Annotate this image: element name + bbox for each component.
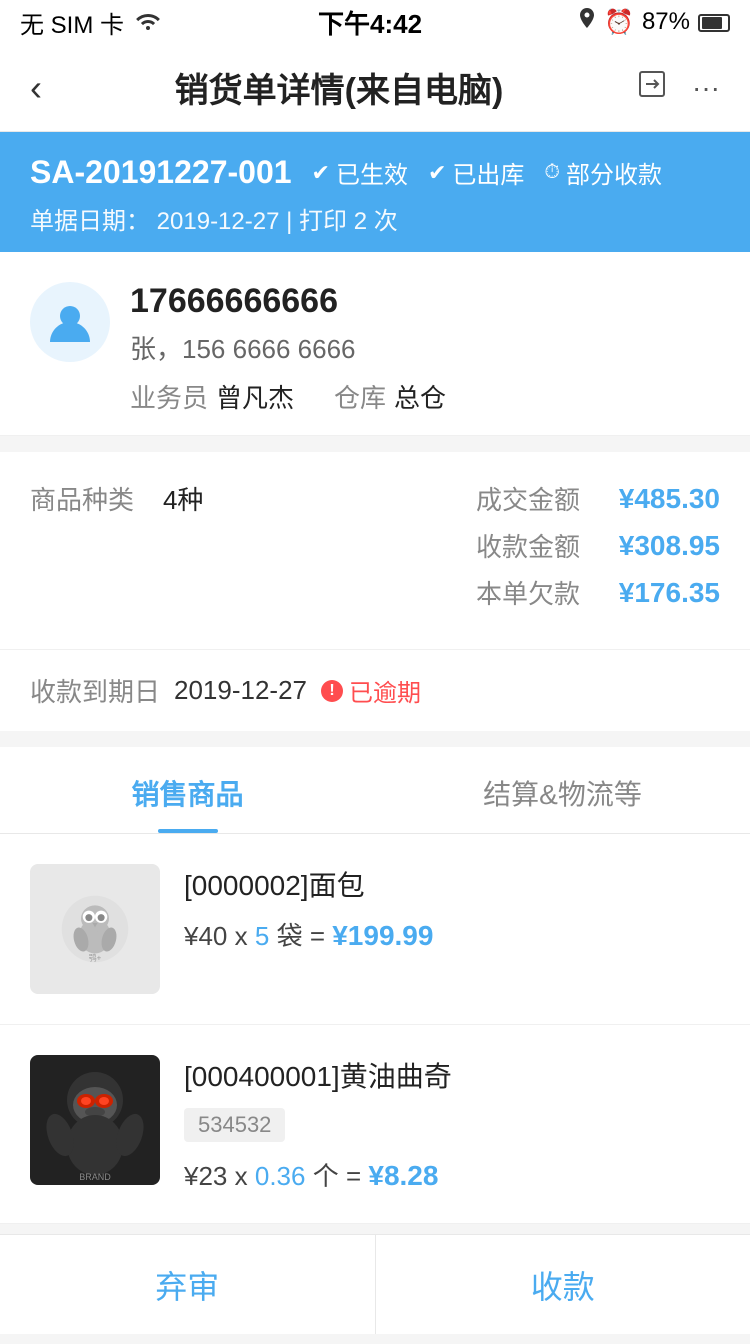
customer-name: 17666666666 [130,282,720,321]
amount-label: 成交金额 [476,480,580,517]
customer-section: 17666666666 张，156 6666 6666 业务员 曾凡杰 仓库 总… [0,252,750,436]
salesperson-value: 曾凡杰 [216,378,294,415]
status-left: 无 SIM 卡 [20,5,162,40]
order-id: SA-20191227-001 [30,154,292,191]
product-qty-2: 0.36 [255,1161,306,1191]
product-item-2: BRAND [000400001]黄油曲奇 534532 ¥23 x 0.36 … [0,1025,750,1224]
summary-section: 商品种类 4种 成交金额 ¥485.30 收款金额 ¥308.95 本单欠款 ¥… [0,452,750,649]
product-price-1: ¥40 x 5 袋 = ¥199.99 [184,916,720,953]
warehouse-item: 仓库 总仓 [334,378,446,415]
check-icon-1: ✔ [312,160,330,186]
product-thumb-2: BRAND [30,1055,160,1185]
overdue-text: 已逾期 [349,673,421,708]
types-row: 商品种类 4种 [30,480,203,517]
badge-shipped: ✔ 已出库 [428,155,524,190]
product-list: 鸮+ [0000002]面包 ¥40 x 5 袋 = ¥199.99 [0,834,750,1224]
status-right: ⏰ 87% [578,8,730,37]
summary-right: 成交金额 ¥485.30 收款金额 ¥308.95 本单欠款 ¥176.35 [476,480,720,621]
overdue-dot-icon: ! [321,680,343,702]
summary-left: 商品种类 4种 [30,480,203,523]
badge-active: ✔ 已生效 [312,155,408,190]
location-icon [578,8,596,37]
product-price-2: ¥23 x 0.36 个 = ¥8.28 [184,1156,720,1193]
check-icon-2: ✔ [428,160,446,186]
divider-1 [0,436,750,452]
product-item-1: 鸮+ [0000002]面包 ¥40 x 5 袋 = ¥199.99 [0,834,750,1025]
svg-text:BRAND: BRAND [79,1172,111,1182]
back-button[interactable]: ‹ [30,67,42,109]
owed-value: ¥176.35 [600,577,720,609]
order-id-row: SA-20191227-001 ✔ 已生效 ✔ 已出库 ⏱ 部分收款 [30,154,720,191]
product-total-2: ¥8.28 [368,1160,438,1191]
product-tag-2: 534532 [184,1108,285,1142]
product-thumb-1: 鸮+ [30,864,160,994]
cancel-button[interactable]: 弃审 [0,1235,376,1334]
owl-placeholder: 鸮+ [30,864,160,994]
due-date: 2019-12-27 [174,675,307,706]
share-button[interactable] [636,68,668,107]
owed-row: 本单欠款 ¥176.35 [476,574,720,611]
carrier-text: 无 SIM 卡 [20,5,124,40]
clock-icon: ⏱ [544,161,560,184]
nav-actions: ··· [636,68,720,107]
product-name-1: [0000002]面包 [184,864,720,904]
avatar [30,282,110,362]
due-label: 收款到期日 [30,672,160,709]
warehouse-value: 总仓 [394,378,446,415]
product-info-1: [0000002]面包 ¥40 x 5 袋 = ¥199.99 [184,864,720,953]
status-time: 下午4:42 [318,4,422,41]
page-title: 销货单详情(来自电脑) [175,63,504,112]
bottom-bar: 弃审 收款 [0,1234,750,1334]
header-banner: SA-20191227-001 ✔ 已生效 ✔ 已出库 ⏱ 部分收款 单据日期：… [0,132,750,252]
salesperson-label: 业务员 [130,378,208,415]
tab-products[interactable]: 销售商品 [0,747,375,833]
badge-partial: ⏱ 部分收款 [544,155,662,190]
collect-button[interactable]: 收款 [376,1235,750,1334]
order-meta: 单据日期： 2019-12-27 | 打印 2 次 [30,201,720,236]
received-row: 收款金额 ¥308.95 [476,527,720,564]
warehouse-label: 仓库 [334,378,386,415]
amount-value: ¥485.30 [600,483,720,515]
amount-row: 成交金额 ¥485.30 [476,480,720,517]
product-total-1: ¥199.99 [332,920,433,951]
alarm-icon: ⏰ [604,8,634,37]
overdue-badge: ! 已逾期 [321,673,421,708]
types-label: 商品种类 [30,485,134,515]
customer-phone: 张，156 6666 6666 [130,329,720,366]
battery-icon [698,8,730,36]
wifi-icon [134,8,162,37]
customer-meta: 业务员 曾凡杰 仓库 总仓 [130,378,720,415]
types-count: 4种 [163,485,203,515]
status-bar: 无 SIM 卡 下午4:42 ⏰ 87% [0,0,750,44]
owed-label: 本单欠款 [476,574,580,611]
more-button[interactable]: ··· [692,72,720,104]
product-qty-1: 5 [255,921,269,951]
product-info-2: [000400001]黄油曲奇 534532 ¥23 x 0.36 个 = ¥8… [184,1055,720,1193]
tabs-section: 销售商品 结算&物流等 [0,747,750,834]
nav-bar: ‹ 销货单详情(来自电脑) ··· [0,44,750,132]
received-label: 收款金额 [476,527,580,564]
product-name-2: [000400001]黄油曲奇 [184,1055,720,1095]
due-section: 收款到期日 2019-12-27 ! 已逾期 [0,649,750,731]
salesperson-item: 业务员 曾凡杰 [130,378,294,415]
svg-text:鸮+: 鸮+ [89,953,102,963]
received-value: ¥308.95 [600,530,720,562]
customer-info: 17666666666 张，156 6666 6666 业务员 曾凡杰 仓库 总… [130,282,720,415]
tab-settlement[interactable]: 结算&物流等 [375,747,750,833]
battery-text: 87% [642,8,690,36]
